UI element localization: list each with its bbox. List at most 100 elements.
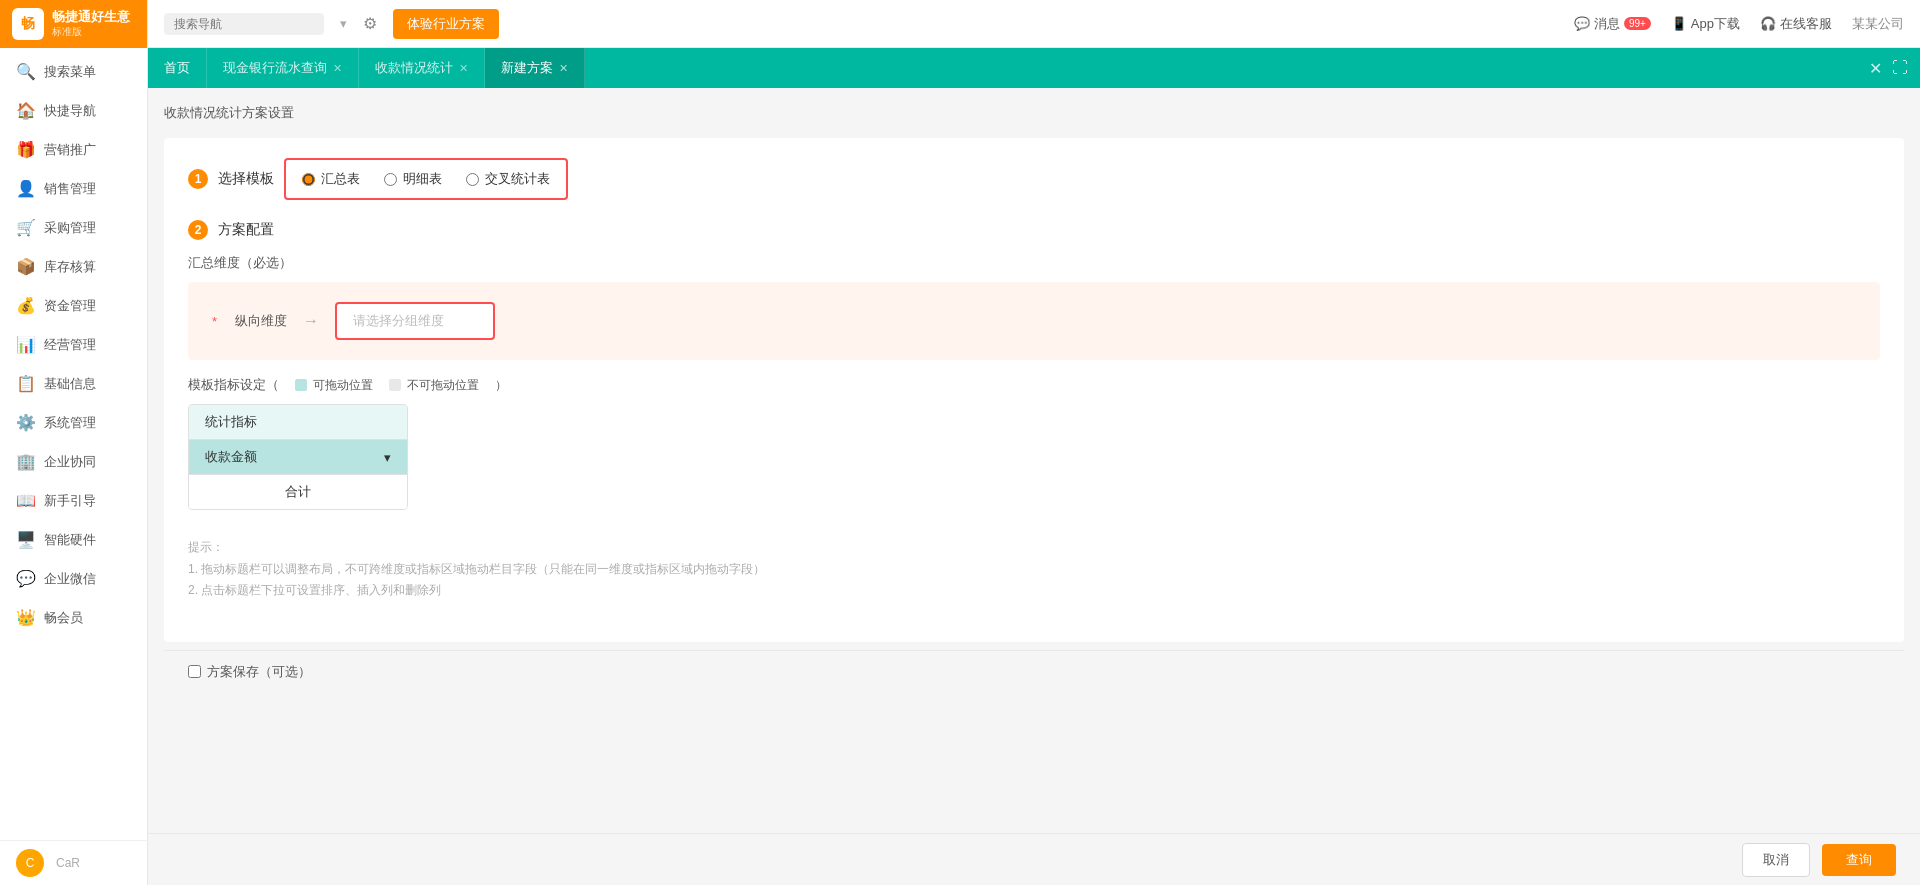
search-icon: 🔍 (16, 62, 36, 81)
sidebar-item-hardware[interactable]: 🖥️ 智能硬件 (0, 520, 147, 559)
tab-bar-actions: ✕ ⛶ (1857, 48, 1920, 88)
close-tab-action[interactable]: ✕ (1869, 59, 1882, 78)
tab-collection-stats[interactable]: 收款情况统计 ✕ (359, 48, 485, 88)
customer-service-item[interactable]: 🎧 在线客服 (1760, 15, 1832, 33)
query-button[interactable]: 查询 (1822, 844, 1896, 876)
legend-movable: 可拖动位置 (295, 377, 373, 394)
sidebar: 畅 畅捷通好生意 标准版 🔍 搜索菜单 🏠 快捷导航 🎁 营销推广 👤 销售管理… (0, 0, 148, 885)
tab-close-bank-flow[interactable]: ✕ (333, 62, 342, 75)
home-icon: 🏠 (16, 101, 36, 120)
expand-icon[interactable]: ▾ (340, 16, 347, 31)
dimension-config: 汇总维度（必选） * 纵向维度 → 请选择分组维度 (188, 254, 1880, 360)
money-icon: 💰 (16, 296, 36, 315)
tips-section: 提示： 1. 拖动标题栏可以调整布局，不可跨维度或指标区域拖动栏目字段（只能在同… (188, 537, 1880, 602)
sidebar-item-sales[interactable]: 👤 销售管理 (0, 169, 147, 208)
tab-home[interactable]: 首页 (148, 48, 207, 88)
hardware-icon: 🖥️ (16, 530, 36, 549)
radio-summary[interactable]: 汇总表 (302, 170, 360, 188)
settings-card: 1 选择模板 汇总表 明细表 交叉统计表 (164, 138, 1904, 642)
indicator-header: 统计指标 (189, 405, 407, 440)
template-options: 汇总表 明细表 交叉统计表 (284, 158, 568, 200)
book-icon: 📖 (16, 491, 36, 510)
radio-detail[interactable]: 明细表 (384, 170, 442, 188)
box-icon: 📦 (16, 257, 36, 276)
save-option[interactable]: 方案保存（可选） (188, 663, 1880, 681)
tab-close-new-plan[interactable]: ✕ (559, 62, 568, 75)
required-mark: * (212, 314, 217, 329)
sidebar-item-search[interactable]: 🔍 搜索菜单 (0, 52, 147, 91)
sidebar-item-system[interactable]: ⚙️ 系统管理 (0, 403, 147, 442)
sidebar-item-basic[interactable]: 📋 基础信息 (0, 364, 147, 403)
tips-title: 提示： (188, 540, 224, 554)
indicator-table: 统计指标 收款金额 ▾ 合计 (188, 404, 408, 510)
step1-section: 1 选择模板 汇总表 明细表 交叉统计表 (188, 158, 1880, 200)
settings-icon: ⚙️ (16, 413, 36, 432)
vertical-label: 纵向维度 (235, 312, 287, 330)
enterprise-icon: 🏢 (16, 452, 36, 471)
sidebar-item-marketing[interactable]: 🎁 营销推广 (0, 130, 147, 169)
sidebar-item-operation[interactable]: 📊 经营管理 (0, 325, 147, 364)
footer-actions: 取消 查询 (148, 833, 1920, 885)
legend-fixed: 不可拖动位置 (389, 377, 479, 394)
cart-icon: 🛒 (16, 218, 36, 237)
sidebar-item-quick-nav[interactable]: 🏠 快捷导航 (0, 91, 147, 130)
sidebar-nav: 🔍 搜索菜单 🏠 快捷导航 🎁 营销推广 👤 销售管理 🛒 采购管理 📦 库存核… (0, 48, 147, 840)
total-cell: 合计 (189, 475, 407, 509)
fixed-dot (389, 379, 401, 391)
chart-icon: 📊 (16, 335, 36, 354)
user-name: 某某公司 (1852, 15, 1904, 33)
tab-bar: 首页 现金银行流水查询 ✕ 收款情况统计 ✕ 新建方案 ✕ ✕ ⛶ (148, 48, 1920, 88)
gift-icon: 🎁 (16, 140, 36, 159)
chat-icon: 💬 (16, 569, 36, 588)
industry-btn[interactable]: 体验行业方案 (393, 9, 499, 39)
indicator-legend: 模板指标设定（ 可拖动位置 不可拖动位置 ） (188, 376, 1880, 394)
sidebar-item-inventory[interactable]: 📦 库存核算 (0, 247, 147, 286)
search-nav-input[interactable] (164, 13, 324, 35)
tab-close-collection-stats[interactable]: ✕ (459, 62, 468, 75)
arrow-icon: → (303, 312, 319, 330)
sidebar-item-member[interactable]: 👑 畅会员 (0, 598, 147, 637)
sidebar-item-finance[interactable]: 💰 资金管理 (0, 286, 147, 325)
sidebar-footer: C CaR (0, 840, 147, 885)
indicator-label: 模板指标设定（ (188, 376, 279, 394)
radio-cross[interactable]: 交叉统计表 (466, 170, 550, 188)
sidebar-item-purchase[interactable]: 🛒 采购管理 (0, 208, 147, 247)
logo-icon: 畅 (12, 8, 44, 40)
crown-icon: 👑 (16, 608, 36, 627)
save-checkbox[interactable] (188, 665, 201, 678)
legend-close-paren: ） (495, 377, 507, 394)
content-area: 收款情况统计方案设置 1 选择模板 汇总表 明细表 (148, 88, 1920, 833)
tab-new-plan[interactable]: 新建方案 ✕ (485, 48, 585, 88)
message-item[interactable]: 💬 消息 99+ (1574, 15, 1651, 33)
dimension-label: 汇总维度（必选） (188, 254, 1880, 272)
sidebar-item-guide[interactable]: 📖 新手引导 (0, 481, 147, 520)
tab-bank-flow[interactable]: 现金银行流水查询 ✕ (207, 48, 359, 88)
maximize-action[interactable]: ⛶ (1892, 59, 1908, 77)
step2-number: 2 (188, 220, 208, 240)
gear-icon[interactable]: ⚙ (363, 14, 377, 33)
sidebar-item-enterprise[interactable]: 🏢 企业协同 (0, 442, 147, 481)
cancel-button[interactable]: 取消 (1742, 843, 1810, 877)
user-avatar: C (16, 849, 44, 877)
movable-dot (295, 379, 307, 391)
dimension-area: * 纵向维度 → 请选择分组维度 (188, 282, 1880, 360)
step1-title: 选择模板 (218, 170, 274, 188)
dimension-select[interactable]: 请选择分组维度 (335, 302, 495, 340)
metric-dropdown-icon[interactable]: ▾ (384, 450, 391, 465)
tip1: 1. 拖动标题栏可以调整布局，不可跨维度或指标区域拖动栏目字段（只能在同一维度或… (188, 559, 1880, 581)
dimension-row: * 纵向维度 → 请选择分组维度 (212, 302, 1856, 340)
message-icon: 💬 (1574, 16, 1590, 31)
indicator-section: 模板指标设定（ 可拖动位置 不可拖动位置 ） 统计指标 (188, 376, 1880, 513)
user-icon: 👤 (16, 179, 36, 198)
metric-row[interactable]: 收款金额 ▾ (189, 440, 407, 475)
step1-number: 1 (188, 169, 208, 189)
step2-title: 方案配置 (218, 221, 274, 239)
header-right: 💬 消息 99+ 📱 App下载 🎧 在线客服 某某公司 (1574, 15, 1904, 33)
app-download-item[interactable]: 📱 App下载 (1671, 15, 1740, 33)
footer-user-label: CaR (56, 856, 80, 870)
main-area: ▾ ⚙ 体验行业方案 💬 消息 99+ 📱 App下载 🎧 在线客服 某某公司 … (148, 0, 1920, 885)
sidebar-item-wechat[interactable]: 💬 企业微信 (0, 559, 147, 598)
sidebar-logo: 畅 畅捷通好生意 标准版 (0, 0, 147, 48)
logo-text: 畅捷通好生意 标准版 (52, 9, 130, 39)
list-icon: 📋 (16, 374, 36, 393)
